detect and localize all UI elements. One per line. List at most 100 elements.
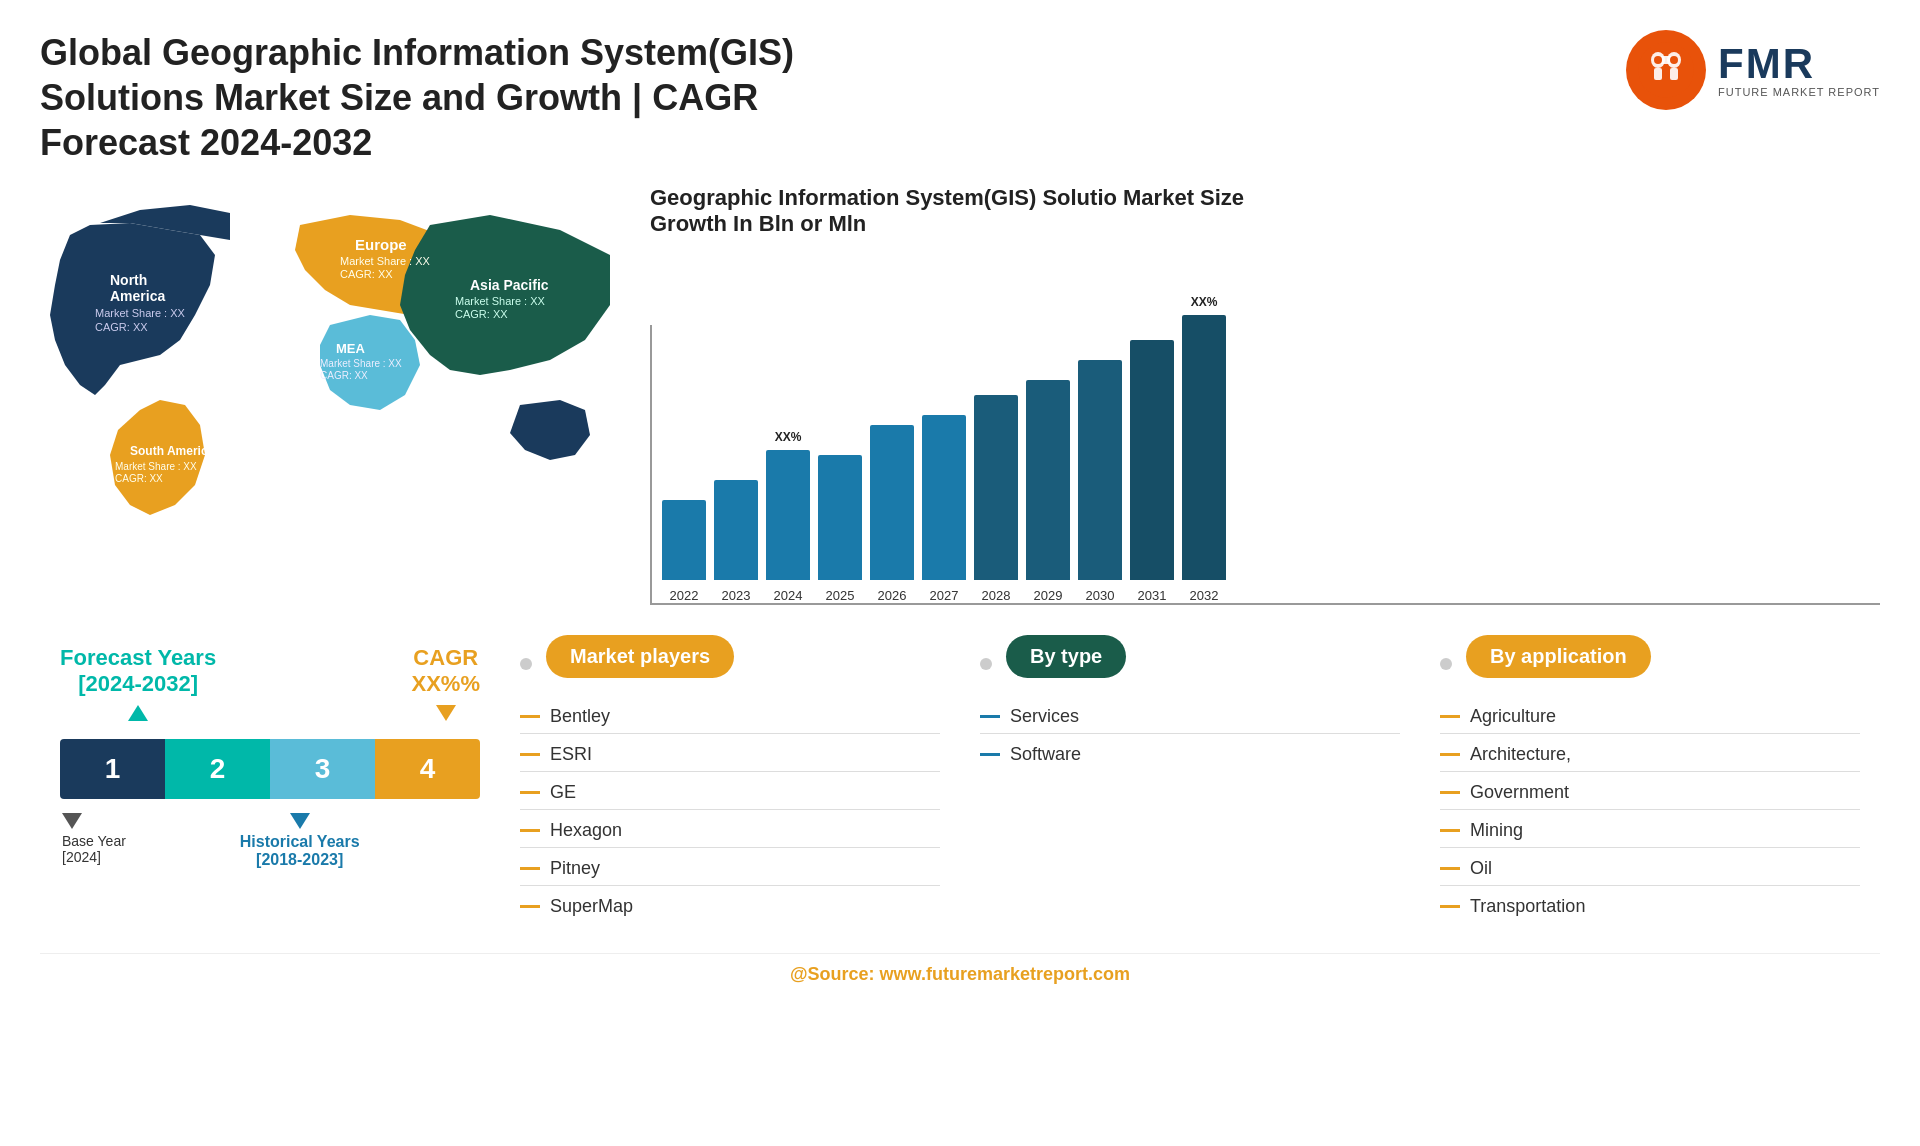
header: Global Geographic Information System(GIS… <box>40 30 1880 165</box>
hist-years-block: Historical Years[2018-2023] <box>240 813 360 869</box>
source-text: @Source: www.futuremarketreport.com <box>790 964 1130 984</box>
bottom-section: Forecast Years[2024-2032] CAGRXX%% 1 2 3… <box>40 635 1880 933</box>
australia-region <box>510 400 590 460</box>
list-item: Architecture, <box>1440 744 1860 772</box>
svg-rect-6 <box>1654 68 1662 80</box>
bar-year-2030: 2030 <box>1086 588 1115 603</box>
list-item: Transportation <box>1440 896 1860 923</box>
by-application-list: Agriculture Architecture, Government Mining… <box>1440 706 1860 923</box>
item-dash <box>980 753 1000 756</box>
item-dash <box>520 791 540 794</box>
bar-2025 <box>818 455 862 580</box>
step-num-1: 1 <box>105 753 121 785</box>
timeline-box: Forecast Years[2024-2032] CAGRXX%% 1 2 3… <box>40 635 500 933</box>
bar-group-2026: 2026 <box>870 405 914 603</box>
cagr-arrow-down <box>436 705 456 721</box>
bar-2029 <box>1026 380 1070 580</box>
item-dash <box>520 905 540 908</box>
bar-year-2022: 2022 <box>670 588 699 603</box>
hist-years-label: Historical Years[2018-2023] <box>240 833 360 869</box>
bar-year-2026: 2026 <box>878 588 907 603</box>
logo-area: FMR FUTURE MARKET REPORT <box>1626 30 1880 110</box>
market-players-header: Market players <box>546 635 734 678</box>
mea-label: MEA <box>336 341 366 356</box>
by-application-col: By application Agriculture Architecture, G… <box>1420 635 1880 933</box>
bar-2030 <box>1078 360 1122 580</box>
mea-cagr: CAGR: XX <box>320 370 368 381</box>
map-section: North America Market Share : XX CAGR: XX… <box>40 185 620 605</box>
bar-2023 <box>714 480 758 580</box>
item-dash <box>980 715 1000 718</box>
bar-year-2025: 2025 <box>826 588 855 603</box>
by-application-dot <box>1440 658 1452 670</box>
bar-2031 <box>1130 340 1174 580</box>
bar-year-2032: 2032 <box>1190 588 1219 603</box>
chart-title: Geographic Information System(GIS) Solut… <box>650 185 1250 237</box>
north-america-label: North <box>110 272 147 288</box>
list-item: ESRI <box>520 744 940 772</box>
logo-fmr: FMR <box>1718 43 1880 85</box>
list-item: Government <box>1440 782 1860 810</box>
item-dash <box>520 753 540 756</box>
main-content: North America Market Share : XX CAGR: XX… <box>40 185 1880 605</box>
sa-cagr: CAGR: XX <box>115 473 163 484</box>
market-players-col: Market players BentleyESRIGEHexagonPitne… <box>500 635 960 933</box>
list-item: GE <box>520 782 940 810</box>
item-dash <box>520 829 540 832</box>
list-item: Software <box>980 744 1400 771</box>
na-cagr: CAGR: XX <box>95 321 148 333</box>
bar-year-2029: 2029 <box>1034 588 1063 603</box>
base-year-block: Base Year[2024] <box>62 813 126 869</box>
timeline-strip: 1 2 3 4 <box>60 739 480 799</box>
item-dash <box>1440 715 1460 718</box>
list-item: Bentley <box>520 706 940 734</box>
item-dash <box>520 867 540 870</box>
by-application-header: By application <box>1466 635 1651 678</box>
item-dash <box>1440 791 1460 794</box>
by-type-list: ServicesSoftware <box>980 706 1400 771</box>
base-year-arrow <box>62 813 82 829</box>
timeline-step-3: 3 <box>270 739 375 799</box>
logo-text: FMR FUTURE MARKET REPORT <box>1718 43 1880 98</box>
base-year-label: Base Year[2024] <box>62 833 126 865</box>
list-item: Hexagon <box>520 820 940 848</box>
bar-group-2027: 2027 <box>922 395 966 603</box>
step-num-2: 2 <box>210 753 226 785</box>
bar-2022 <box>662 500 706 580</box>
bar-group-2028: 2028 <box>974 375 1018 603</box>
europe-label: Europe <box>355 236 407 253</box>
page-title: Global Geographic Information System(GIS… <box>40 30 900 165</box>
svg-point-5 <box>1670 56 1678 64</box>
bar-group-2023: 2023 <box>714 460 758 603</box>
fcagr-row: Forecast Years[2024-2032] CAGRXX%% <box>60 645 480 721</box>
south-america-label: South America <box>130 444 215 458</box>
ap-cagr: CAGR: XX <box>455 308 508 320</box>
bar-year-2023: 2023 <box>722 588 751 603</box>
bar-year-2028: 2028 <box>982 588 1011 603</box>
market-players-list: BentleyESRIGEHexagonPitneySuperMap <box>520 706 940 923</box>
list-item: Mining <box>1440 820 1860 848</box>
by-type-header: By type <box>1006 635 1126 678</box>
item-dash <box>1440 867 1460 870</box>
bar-2032 <box>1182 315 1226 580</box>
list-item: Agriculture <box>1440 706 1860 734</box>
bar-group-2025: 2025 <box>818 435 862 603</box>
item-dash <box>1440 905 1460 908</box>
cagr-block: CAGRXX%% <box>412 645 480 721</box>
asia-pacific-label: Asia Pacific <box>470 277 549 293</box>
world-map: North America Market Share : XX CAGR: XX… <box>40 185 620 575</box>
na-market-share: Market Share : XX <box>95 307 186 319</box>
bar-group-2031: 2031 <box>1130 320 1174 603</box>
hist-arrow <box>290 813 310 829</box>
item-dash <box>520 715 540 718</box>
svg-rect-3 <box>1661 56 1671 64</box>
market-players-dot <box>520 658 532 670</box>
forecast-block: Forecast Years[2024-2032] <box>60 645 216 721</box>
step-num-3: 3 <box>315 753 331 785</box>
logo-sub: FUTURE MARKET REPORT <box>1718 87 1880 98</box>
ap-market-share: Market Share : XX <box>455 295 546 307</box>
svg-rect-7 <box>1670 68 1678 80</box>
chart-section: Geographic Information System(GIS) Solut… <box>650 185 1880 605</box>
forecast-arrow-up <box>128 705 148 721</box>
bar-chart-container: 20222023XX%20242025202620272028202920302… <box>650 247 1880 605</box>
